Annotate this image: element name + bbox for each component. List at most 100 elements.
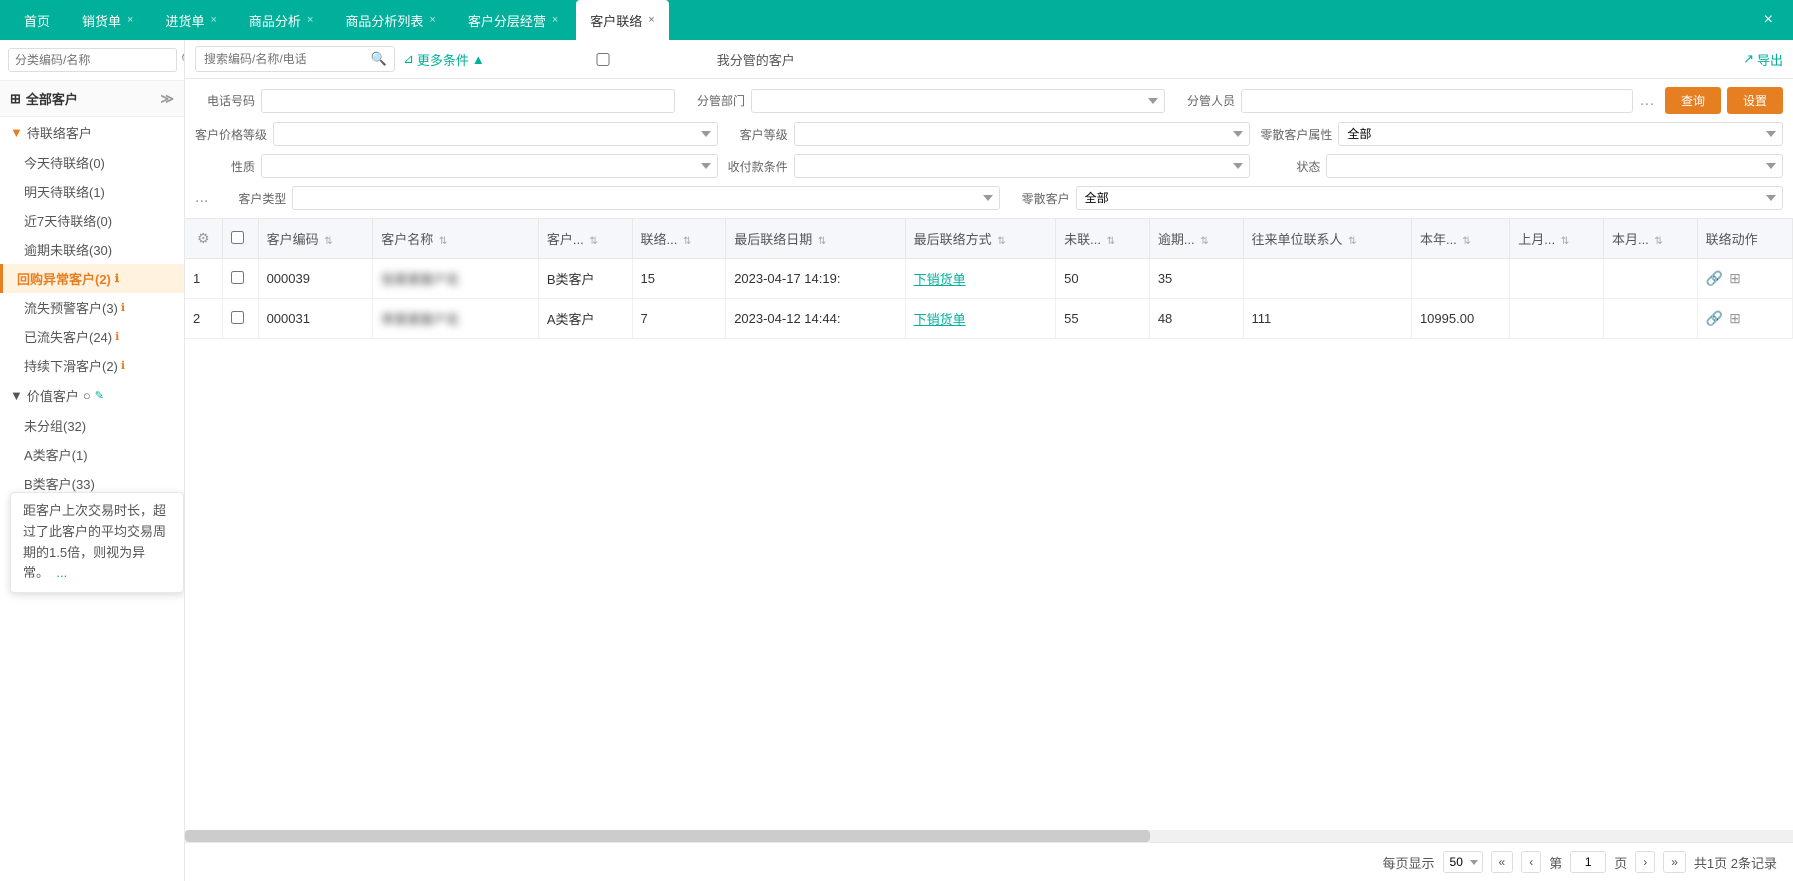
retail-attr-select[interactable]: 全部 (1338, 122, 1783, 146)
dept-select[interactable] (751, 89, 1165, 113)
manager-more-icon[interactable]: … (1639, 92, 1655, 110)
qr-icon-1[interactable]: ⊞ (1729, 270, 1741, 287)
sidebar-item-a-class[interactable]: A类客户(1) (0, 440, 184, 469)
nav-tab-purchase[interactable]: 进货单 × (151, 0, 230, 40)
sidebar-item-repurchase-abnormal[interactable]: 回购异常客户(2) ℹ (0, 264, 184, 293)
customer-name-2: 李某某客户名 (381, 312, 459, 327)
sidebar-item-ungroup[interactable]: 未分组(32) (0, 411, 184, 440)
customer-type-select[interactable] (292, 186, 999, 210)
settings-button[interactable]: 设置 (1727, 87, 1783, 114)
sort-icon-uncontacted[interactable]: ⇅ (1107, 236, 1115, 247)
sort-icon-last-date[interactable]: ⇅ (818, 236, 826, 247)
search-icon-filter[interactable]: 🔍 (371, 51, 387, 67)
sort-icon-unit-contact[interactable]: ⇅ (1348, 236, 1356, 247)
customer-level-select[interactable] (794, 122, 1251, 146)
tooltip-more[interactable]: ... (56, 565, 67, 580)
prev-page-button[interactable]: ‹ (1521, 851, 1541, 873)
more-conditions-btn[interactable]: ⊿ 更多条件 ▲ (403, 50, 485, 69)
sort-icon-last-month[interactable]: ⇅ (1561, 236, 1569, 247)
search-input[interactable] (195, 46, 395, 72)
sort-icon-contact-count[interactable]: ⇅ (683, 236, 691, 247)
contact-icon-2[interactable]: 🔗 (1706, 310, 1723, 327)
qr-icon-2[interactable]: ⊞ (1729, 310, 1741, 327)
sidebar-item-lost-pre[interactable]: 流失预警客户(3) ℹ (0, 293, 184, 322)
payment-select[interactable] (794, 154, 1251, 178)
info-icon[interactable]: ℹ (115, 272, 119, 285)
cell-last-method-2: 下销货单 (905, 299, 1056, 339)
cell-current-year-1 (1411, 259, 1509, 299)
radio-icon[interactable]: ○ (83, 388, 91, 403)
nav-tab-analysis-list[interactable]: 商品分析列表 × (331, 0, 449, 40)
page-label: 第 (1549, 853, 1562, 872)
collapse-icon[interactable]: ≫ (160, 91, 174, 107)
edit-icon[interactable]: ✎ (95, 389, 104, 402)
per-page-label: 每页显示 (1383, 853, 1435, 872)
close-sales-tab[interactable]: × (127, 14, 133, 26)
sidebar-search-input[interactable] (8, 48, 177, 72)
sort-icon-last-method[interactable]: ⇅ (997, 236, 1005, 247)
close-customer-tier-tab[interactable]: × (552, 14, 558, 26)
contact-icon-1[interactable]: 🔗 (1706, 270, 1723, 287)
close-analysis-list-tab[interactable]: × (429, 14, 435, 26)
th-action: 联络动作 (1697, 219, 1792, 259)
nav-tab-home[interactable]: 首页 (10, 0, 64, 40)
last-method-link-2[interactable]: 下销货单 (914, 312, 966, 327)
last-method-link-1[interactable]: 下销货单 (914, 272, 966, 287)
more-dots-icon[interactable]: ... (195, 189, 208, 207)
cell-current-month-1 (1603, 259, 1697, 299)
sidebar-item-overdue[interactable]: 逾期未联络(30) (0, 235, 184, 264)
info-icon-lost: ℹ (115, 330, 119, 343)
sidebar-item-week[interactable]: 近7天待联络(0) (0, 206, 184, 235)
sidebar-item-today[interactable]: 今天待联络(0) (0, 148, 184, 177)
cell-type-1: B类客户 (538, 259, 632, 299)
gender-select[interactable] (261, 154, 718, 178)
gender-field: 性质 (195, 154, 718, 178)
advanced-filter-panel: 电话号码 分管部门 分管人员 … 查询 设置 (185, 79, 1793, 219)
close-analysis-tab[interactable]: × (307, 14, 313, 26)
price-level-select[interactable] (273, 122, 718, 146)
pending-contact-group[interactable]: ▼ 待联络客户 (0, 117, 184, 148)
close-purchase-tab[interactable]: × (210, 14, 216, 26)
close-all-button[interactable]: × (1754, 11, 1783, 29)
horizontal-scrollbar[interactable] (185, 830, 1793, 842)
sort-icon-name[interactable]: ⇅ (439, 236, 447, 247)
info-icon-lost-pre: ℹ (121, 301, 125, 314)
next-page-button[interactable]: › (1635, 851, 1655, 873)
select-all-checkbox[interactable] (231, 231, 244, 244)
retail-customer-select[interactable]: 全部 (1076, 186, 1783, 210)
sidebar-item-tomorrow[interactable]: 明天待联络(1) (0, 177, 184, 206)
close-customer-contact-tab[interactable]: × (648, 14, 654, 26)
first-page-button[interactable]: « (1491, 851, 1514, 873)
row-checkbox-1[interactable] (231, 271, 244, 284)
per-page-select[interactable]: 50 (1443, 851, 1483, 873)
manager-input[interactable] (1241, 89, 1633, 113)
nav-tab-customer-tier[interactable]: 客户分层经营 × (454, 0, 572, 40)
cell-last-date-1: 2023-04-17 14:19: (726, 259, 905, 299)
page-input[interactable] (1570, 851, 1606, 873)
my-customers-check[interactable] (493, 53, 713, 66)
sidebar-item-lost[interactable]: 已流失客户(24) ℹ (0, 322, 184, 351)
sort-icon-overdue[interactable]: ⇅ (1200, 236, 1208, 247)
sort-icon-current-year[interactable]: ⇅ (1462, 236, 1470, 247)
phone-input[interactable] (261, 89, 675, 113)
nav-tab-customer-contact[interactable]: 客户联络 × (576, 0, 668, 40)
nav-tab-sales[interactable]: 销货单 × (68, 0, 147, 40)
value-group-header[interactable]: ▼ 价值客户 ○ ✎ (0, 380, 184, 411)
status-select[interactable] (1326, 154, 1783, 178)
cell-contact-count-1: 15 (632, 259, 726, 299)
export-button[interactable]: ↗ 导出 (1743, 50, 1783, 69)
scroll-thumb[interactable] (185, 830, 1150, 842)
sort-icon-type[interactable]: ⇅ (589, 236, 597, 247)
sidebar-item-declining[interactable]: 持续下滑客户(2) ℹ (0, 351, 184, 380)
sort-icon-current-month[interactable]: ⇅ (1654, 236, 1662, 247)
row-checkbox-2[interactable] (231, 311, 244, 324)
query-button[interactable]: 查询 (1665, 87, 1721, 114)
sort-icon-code[interactable]: ⇅ (324, 236, 332, 247)
my-customers-checkbox[interactable]: 我分管的客户 (493, 50, 795, 69)
cell-name-1: 张某某客户名 (373, 259, 539, 299)
last-page-button[interactable]: » (1663, 851, 1686, 873)
column-settings-button[interactable]: ⚙ (193, 230, 214, 247)
search-wrap: 🔍 (195, 46, 395, 72)
grid-icon: ⊞ (10, 91, 21, 107)
nav-tab-analysis[interactable]: 商品分析 × (235, 0, 327, 40)
